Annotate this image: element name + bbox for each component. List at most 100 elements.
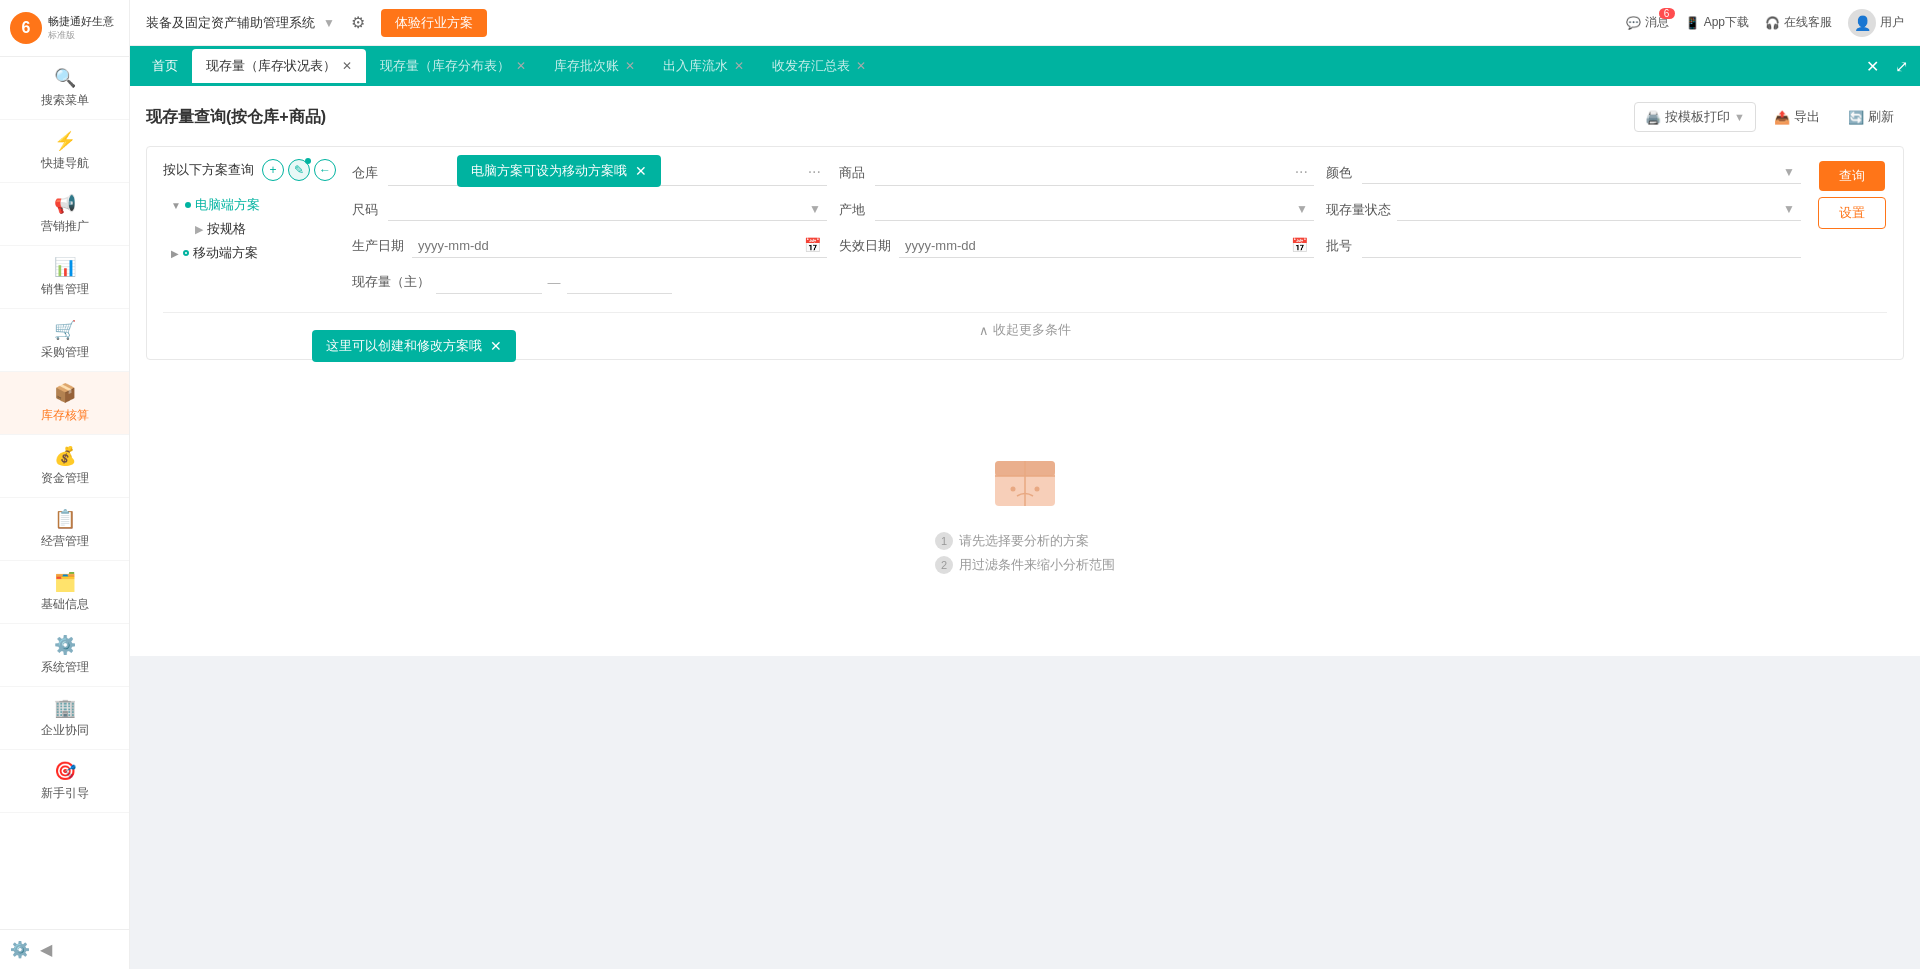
tab-inventory-status[interactable]: 现存量（库存状况表） ✕ [192,49,366,83]
sidebar-item-guide[interactable]: 🎯 新手引导 [0,750,129,813]
tab-close-all-icon[interactable]: ✕ [1862,53,1883,80]
dropdown-arrow-icon: ▼ [1734,111,1745,123]
sidebar-item-sales[interactable]: 📊 销售管理 [0,246,129,309]
mobile-scheme-node[interactable]: ▶ 移动端方案 [163,241,336,265]
tab-close-icon[interactable]: ✕ [625,59,635,73]
production-date-input[interactable] [418,238,804,253]
tab-inventory-dist[interactable]: 现存量（库存分布表） ✕ [366,49,540,83]
header-right: 💬 消息 6 📱 App下载 🎧 在线客服 👤 用户 [1626,9,1904,37]
edit-scheme-button[interactable]: ✎ [288,159,310,181]
page-actions: 🖨️ 按模板打印 ▼ 📤 导出 🔄 刷新 [1634,102,1904,132]
sidebar-item-operations[interactable]: 📋 经营管理 [0,498,129,561]
batch-number-label: 批号 [1326,237,1356,255]
system-title: 装备及固定资产辅助管理系统 ▼ [146,14,335,32]
expiry-date-label: 失效日期 [839,237,893,255]
sidebar-item-search[interactable]: 🔍 搜索菜单 [0,57,129,120]
tab-in-out-flow[interactable]: 出入库流水 ✕ [649,49,758,83]
reset-button[interactable]: 设置 [1818,197,1886,229]
online-support-button[interactable]: 🎧 在线客服 [1765,14,1832,31]
user-menu[interactable]: 👤 用户 [1848,9,1904,37]
sidebar-item-inventory[interactable]: 📦 库存核算 [0,372,129,435]
guide-icon: 🎯 [54,760,76,782]
system-icon: ⚙️ [54,634,76,656]
empty-illustration [975,436,1075,516]
sidebar-settings-icon[interactable]: ⚙️ [10,940,30,959]
color-dropdown-icon[interactable]: ▼ [1783,165,1795,179]
empty-hint-2: 2 用过滤条件来缩小分析范围 [935,556,1115,574]
inventory-qty-min-input[interactable] [442,274,522,289]
indicator-dot [305,158,311,164]
page-inner: 现存量查询(按仓库+商品) 🖨️ 按模板打印 ▼ 📤 导出 🔄 [130,86,1920,656]
export-button[interactable]: 📤 导出 [1764,103,1830,131]
refresh-icon: 🔄 [1848,110,1864,125]
scheme-popup: 电脑方案可设为移动方案哦 ✕ [457,155,661,187]
sidebar-item-system[interactable]: ⚙️ 系统管理 [0,624,129,687]
scheme-panel: 按以下方案查询 + ✎ ← [163,159,336,269]
add-scheme-button[interactable]: + [262,159,284,181]
sidebar-item-marketing[interactable]: 📢 营销推广 [0,183,129,246]
pc-scheme-node[interactable]: ▼ 电脑端方案 [163,193,336,217]
enterprise-icon: 🏢 [54,697,76,719]
color-label: 颜色 [1326,164,1356,182]
production-date-label: 生产日期 [352,237,406,255]
expiry-date-calendar-icon[interactable]: 📅 [1291,237,1308,253]
tab-batch-ledger[interactable]: 库存批次账 ✕ [540,49,649,83]
tab-close-icon[interactable]: ✕ [734,59,744,73]
messages-button[interactable]: 💬 消息 6 [1626,14,1669,31]
tab-close-icon[interactable]: ✕ [856,59,866,73]
template-print-button[interactable]: 🖨️ 按模板打印 ▼ [1634,102,1756,132]
sidebar: 6 畅捷通好生意 标准版 🔍 搜索菜单 ⚡ 快捷导航 📢 营销推广 📊 [0,0,130,969]
collapse-button[interactable]: ∧ 收起更多条件 [979,321,1071,339]
sales-icon: 📊 [54,256,76,278]
sidebar-item-enterprise[interactable]: 🏢 企业协同 [0,687,129,750]
product-field: 商品 ··· [839,159,1314,186]
pc-scheme-item[interactable]: ▶ 按规格 [187,217,336,241]
size-field: 尺码 ▼ [352,198,827,221]
scheme-edit-popup-close[interactable]: ✕ [490,338,502,354]
sidebar-item-quick-nav[interactable]: ⚡ 快捷导航 [0,120,129,183]
header-settings-icon[interactable]: ⚙ [351,13,365,32]
marketing-icon: 📢 [54,193,76,215]
main-area: 装备及固定资产辅助管理系统 ▼ ⚙ 体验行业方案 💬 消息 6 📱 App下载 … [130,0,1920,969]
filter-section: 电脑方案可设为移动方案哦 ✕ 按以下方案查询 + [146,146,1904,360]
inventory-qty-max-input[interactable] [573,274,653,289]
search-icon: 🔍 [54,67,76,89]
tab-close-icon[interactable]: ✕ [342,59,352,73]
page-title: 现存量查询(按仓库+商品) [146,107,326,128]
sidebar-item-purchase[interactable]: 🛒 采购管理 [0,309,129,372]
outline-dot-icon [183,250,189,256]
sidebar-item-basic-info[interactable]: 🗂️ 基础信息 [0,561,129,624]
tab-close-icon[interactable]: ✕ [516,59,526,73]
query-button[interactable]: 查询 [1819,161,1885,191]
top-header: 装备及固定资产辅助管理系统 ▼ ⚙ 体验行业方案 💬 消息 6 📱 App下载 … [130,0,1920,46]
size-dropdown-icon[interactable]: ▼ [809,202,821,216]
back-scheme-button[interactable]: ← [314,159,336,181]
inventory-status-field: 现存量状态 ▼ [1326,198,1801,221]
origin-field: 产地 ▼ [839,198,1314,221]
batch-number-field: 批号 [1326,234,1801,258]
support-icon: 🎧 [1765,16,1780,30]
tab-maximize-icon[interactable]: ⤢ [1891,53,1912,80]
product-dots[interactable]: ··· [1295,163,1308,181]
trial-button[interactable]: 体验行业方案 [381,9,487,37]
message-icon: 💬 [1626,16,1641,30]
refresh-button[interactable]: 🔄 刷新 [1838,103,1904,131]
app-download-button[interactable]: 📱 App下载 [1685,14,1749,31]
empty-state: 1 请先选择要分析的方案 2 用过滤条件来缩小分析范围 [146,376,1904,640]
sidebar-item-finance[interactable]: 💰 资金管理 [0,435,129,498]
user-avatar: 👤 [1848,9,1876,37]
production-date-calendar-icon[interactable]: 📅 [804,237,821,253]
warehouse-dots[interactable]: ··· [808,163,821,181]
batch-number-input[interactable] [1368,238,1795,253]
scheme-edit-popup: 这里可以创建和修改方案哦 ✕ [312,330,516,362]
origin-dropdown-icon[interactable]: ▼ [1296,202,1308,216]
selected-dot-icon [185,202,191,208]
scheme-popup-close[interactable]: ✕ [635,163,647,179]
product-label: 商品 [839,164,869,182]
sidebar-collapse-icon[interactable]: ◀ [40,940,52,959]
expiry-date-input[interactable] [905,238,1291,253]
tab-home[interactable]: 首页 [138,49,192,83]
tab-receive-send[interactable]: 收发存汇总表 ✕ [758,49,880,83]
inv-status-dropdown-icon[interactable]: ▼ [1783,202,1795,216]
svg-point-4 [1011,487,1016,492]
